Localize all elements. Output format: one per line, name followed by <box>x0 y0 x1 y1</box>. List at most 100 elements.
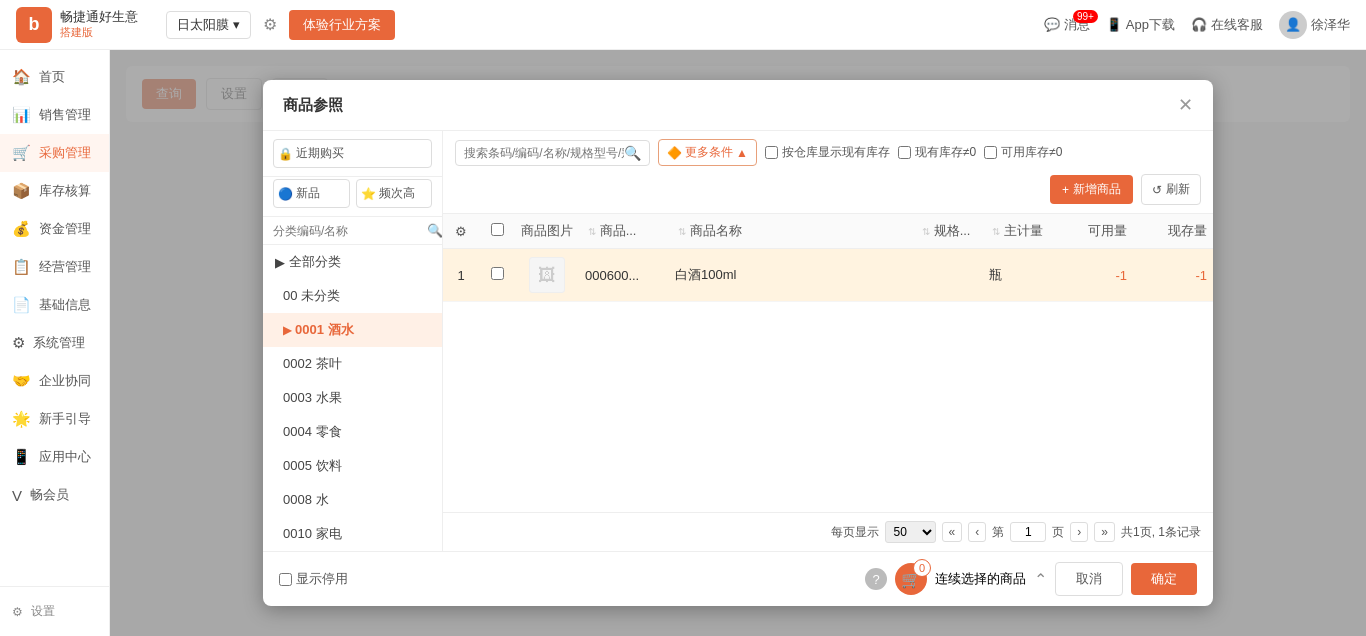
col-header-unit: ⇅ 主计量 <box>983 214 1053 249</box>
cat-0010[interactable]: 0010 家电 <box>263 517 442 551</box>
next-page-btn[interactable]: › <box>1070 522 1088 542</box>
sidebar-item-sales[interactable]: 📊 销售管理 <box>0 96 109 134</box>
show-disabled-checkbox[interactable]: 显示停用 <box>279 570 348 588</box>
experience-btn[interactable]: 体验行业方案 <box>289 10 395 40</box>
table-row[interactable]: 1 🖼 000600... 白酒100ml <box>443 249 1213 302</box>
sidebar-label-inventory: 库存核算 <box>39 182 91 200</box>
user-area[interactable]: 👤 徐泽华 <box>1279 11 1350 39</box>
cat-0003[interactable]: 0003 水果 <box>263 381 442 415</box>
purchase-icon: 🛒 <box>12 144 31 162</box>
product-search-icon[interactable]: 🔍 <box>624 145 641 161</box>
sidebar-label-basic: 基础信息 <box>39 296 91 314</box>
settings-col-icon[interactable]: ⚙ <box>455 224 467 239</box>
cat-0001[interactable]: ▶ 0001 酒水 <box>263 313 442 347</box>
product-table-wrap: ⚙ 商品图片 <box>443 214 1213 512</box>
col-name-label: 商品名称 <box>690 223 742 238</box>
brand-sub: 搭建版 <box>60 25 138 40</box>
brand-name: 畅捷通好生意 <box>60 9 138 26</box>
help-icon-btn[interactable]: ? <box>865 568 887 590</box>
sort-icon-code[interactable]: ⇅ <box>588 226 596 237</box>
available-stock-input[interactable] <box>898 146 911 159</box>
warehouse-checkbox-input[interactable] <box>765 146 778 159</box>
cat-0008[interactable]: 0008 水 <box>263 483 442 517</box>
col-code-label: 商品... <box>600 223 637 238</box>
total-info: 共1页, 1条记录 <box>1121 524 1201 541</box>
product-table: ⚙ 商品图片 <box>443 214 1213 302</box>
col-header-code: ⇅ 商品... <box>579 214 669 249</box>
message-btn[interactable]: 💬 消息 99+ <box>1044 16 1090 34</box>
store-selector[interactable]: 日太阳膜 ▾ <box>166 11 251 39</box>
sidebar-label-operation: 经营管理 <box>39 258 91 276</box>
collapse-icon[interactable]: ⌃ <box>1034 570 1047 589</box>
frequent-btn[interactable]: ⭐ 频次高 <box>356 179 433 208</box>
available-stock-checkbox[interactable]: 现有库存≠0 <box>898 144 976 161</box>
sidebar-item-inventory[interactable]: 📦 库存核算 <box>0 172 109 210</box>
cart-count-badge: 0 <box>913 559 931 577</box>
cat-00[interactable]: 00 未分类 <box>263 279 442 313</box>
gear-button[interactable]: ⚙ <box>263 15 277 34</box>
cat-0005[interactable]: 0005 饮料 <box>263 449 442 483</box>
sidebar-item-system[interactable]: ⚙ 系统管理 <box>0 324 109 362</box>
usable-stock-checkbox[interactable]: 可用库存≠0 <box>984 144 1062 161</box>
sidebar-settings-btn[interactable]: ⚙ 设置 <box>0 595 109 628</box>
cat-0010-label: 0010 家电 <box>283 525 342 543</box>
plus-icon: + <box>1062 183 1069 197</box>
category-search: 🔍 <box>263 217 442 245</box>
recent-purchase-btn[interactable]: 🔒 近期购买 <box>273 139 432 168</box>
product-thumbnail: 🖼 <box>529 257 565 293</box>
cancel-btn[interactable]: 取消 <box>1055 562 1123 596</box>
new-product-add-btn[interactable]: + 新增商品 <box>1050 175 1133 204</box>
table-body: 1 🖼 000600... 白酒100ml <box>443 249 1213 302</box>
sort-icon-unit[interactable]: ⇅ <box>992 226 1000 237</box>
confirm-btn[interactable]: 确定 <box>1131 563 1197 595</box>
show-disabled-input[interactable] <box>279 573 292 586</box>
sidebar-label-system: 系统管理 <box>33 334 85 352</box>
online-service-btn[interactable]: 🎧 在线客服 <box>1191 16 1263 34</box>
prev-page-btn[interactable]: ‹ <box>968 522 986 542</box>
sidebar-label-sales: 销售管理 <box>39 106 91 124</box>
modal-close-button[interactable]: ✕ <box>1178 94 1193 116</box>
show-disabled-label: 显示停用 <box>296 570 348 588</box>
cat-0004[interactable]: 0004 零食 <box>263 415 442 449</box>
cat-0002[interactable]: 0002 茶叶 <box>263 347 442 381</box>
settings-gear-icon: ⚙ <box>12 605 23 619</box>
warehouse-display-checkbox[interactable]: 按仓库显示现有库存 <box>765 144 890 161</box>
sidebar-item-enterprise[interactable]: 🤝 企业协同 <box>0 362 109 400</box>
cat-all[interactable]: ▶ 全部分类 <box>263 245 442 279</box>
col-header-spec: ⇅ 规格... <box>913 214 983 249</box>
sidebar-item-operation[interactable]: 📋 经营管理 <box>0 248 109 286</box>
sidebar-label-home: 首页 <box>39 68 65 86</box>
category-search-icon[interactable]: 🔍 <box>427 223 443 238</box>
new-product-btn[interactable]: 🔵 新品 <box>273 179 350 208</box>
usable-stock-input[interactable] <box>984 146 997 159</box>
more-filter-btn[interactable]: 🔶 更多条件 ▲ <box>658 139 757 166</box>
app-download-btn[interactable]: 📱 App下载 <box>1106 16 1175 34</box>
row-checkbox[interactable] <box>491 267 504 280</box>
select-all-checkbox[interactable] <box>491 223 504 236</box>
sidebar-item-apps[interactable]: 📱 应用中心 <box>0 438 109 476</box>
sidebar-label-purchase: 采购管理 <box>39 144 91 162</box>
page-size-select[interactable]: 50 10 20 100 <box>885 521 936 543</box>
cart-button[interactable]: 🛒 0 <box>895 563 927 595</box>
sidebar-item-basic[interactable]: 📄 基础信息 <box>0 286 109 324</box>
cat-0001-arrow: ▶ <box>283 324 291 337</box>
sort-icon-name[interactable]: ⇅ <box>678 226 686 237</box>
first-page-btn[interactable]: « <box>942 522 963 542</box>
sidebar-item-purchase[interactable]: 🛒 采购管理 <box>0 134 109 172</box>
last-page-btn[interactable]: » <box>1094 522 1115 542</box>
refresh-btn[interactable]: ↺ 刷新 <box>1141 174 1201 205</box>
cat-all-label: 全部分类 <box>289 253 341 271</box>
cat-0003-label: 0003 水果 <box>283 389 342 407</box>
product-search-input[interactable] <box>464 146 624 160</box>
headset-icon: 🎧 <box>1191 17 1207 32</box>
sidebar-item-home[interactable]: 🏠 首页 <box>0 58 109 96</box>
new-icon: 🔵 <box>278 187 293 201</box>
sort-icon-spec[interactable]: ⇅ <box>922 226 930 237</box>
current-page-input[interactable] <box>1010 522 1046 542</box>
category-search-input[interactable] <box>273 224 423 238</box>
sidebar-item-finance[interactable]: 💰 资金管理 <box>0 210 109 248</box>
sidebar-item-guide[interactable]: 🌟 新手引导 <box>0 400 109 438</box>
expand-icon: ▶ <box>275 255 285 270</box>
message-badge: 99+ <box>1073 10 1098 23</box>
sidebar-item-member[interactable]: V 畅会员 <box>0 476 109 514</box>
